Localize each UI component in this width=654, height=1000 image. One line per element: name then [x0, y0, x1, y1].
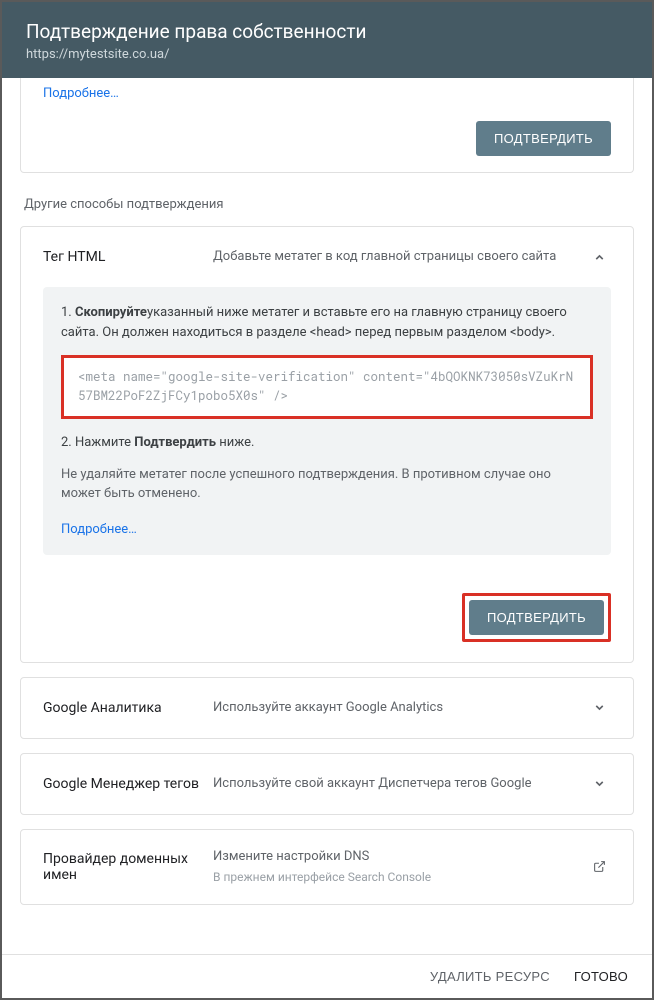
more-link[interactable]: Подробнее…: [21, 78, 141, 101]
method-header-tag-manager[interactable]: Google Менеджер тегов Используйте свой а…: [21, 754, 633, 814]
method-desc: Добавьте метатег в код главной страницы …: [213, 248, 587, 266]
highlight-box: ПОДТВЕРДИТЬ: [462, 593, 611, 642]
method-body-html-tag: 1. Скопируйтеуказанный ниже метатег и вс…: [43, 287, 611, 555]
method-header-html-tag[interactable]: Тег HTML Добавьте метатег в код главной …: [21, 227, 633, 287]
other-methods-label: Другие способы подтверждения: [24, 197, 634, 212]
remove-resource-button[interactable]: УДАЛИТЬ РЕСУРС: [430, 969, 550, 984]
method-title: Провайдер доменных имен: [43, 851, 213, 883]
chevron-down-icon: [587, 696, 611, 720]
confirm-button[interactable]: ПОДТВЕРДИТЬ: [469, 600, 604, 635]
done-button[interactable]: ГОТОВО: [574, 969, 628, 984]
scroll-area[interactable]: Подробнее… ПОДТВЕРДИТЬ Другие способы по…: [2, 78, 652, 954]
external-link-icon: [587, 855, 611, 879]
modal-header: Подтверждение права собственности https:…: [2, 2, 652, 78]
method-header-dns[interactable]: Провайдер доменных имен Измените настрой…: [21, 830, 633, 904]
confirm-button[interactable]: ПОДТВЕРДИТЬ: [476, 121, 611, 156]
method-desc: Используйте аккаунт Google Analytics: [213, 699, 587, 717]
method-title: Google Менеджер тегов: [43, 776, 213, 792]
modal-subtitle: https://mytestsite.co.ua/: [26, 47, 628, 62]
method-analytics: Google Аналитика Используйте аккаунт Goo…: [20, 677, 634, 739]
step2-text: 2. Нажмите Подтвердить ниже.: [61, 433, 593, 453]
method-header-analytics[interactable]: Google Аналитика Используйте аккаунт Goo…: [21, 678, 633, 738]
meta-tag-code[interactable]: <meta name="google-site-verification" co…: [61, 355, 593, 419]
verification-modal: Подтверждение права собственности https:…: [2, 2, 652, 998]
method-title: Google Аналитика: [43, 700, 213, 716]
method-desc: Используйте свой аккаунт Диспетчера тего…: [213, 775, 587, 793]
method-desc: Измените настройки DNS В прежнем интерфе…: [213, 848, 587, 886]
modal-title: Подтверждение права собственности: [26, 20, 628, 43]
method-title: Тег HTML: [43, 249, 213, 265]
step1-text: 1. Скопируйтеуказанный ниже метатег и вс…: [61, 303, 593, 343]
more-link[interactable]: Подробнее…: [61, 522, 137, 537]
method-html-tag: Тег HTML Добавьте метатег в код главной …: [20, 226, 634, 663]
primary-method-card: Подробнее… ПОДТВЕРДИТЬ: [20, 78, 634, 173]
chevron-up-icon: [587, 245, 611, 269]
warning-note: Не удаляйте метатег после успешного подт…: [61, 465, 593, 504]
modal-footer: УДАЛИТЬ РЕСУРС ГОТОВО: [2, 954, 652, 998]
chevron-down-icon: [587, 772, 611, 796]
method-tag-manager: Google Менеджер тегов Используйте свой а…: [20, 753, 634, 815]
method-dns: Провайдер доменных имен Измените настрой…: [20, 829, 634, 905]
